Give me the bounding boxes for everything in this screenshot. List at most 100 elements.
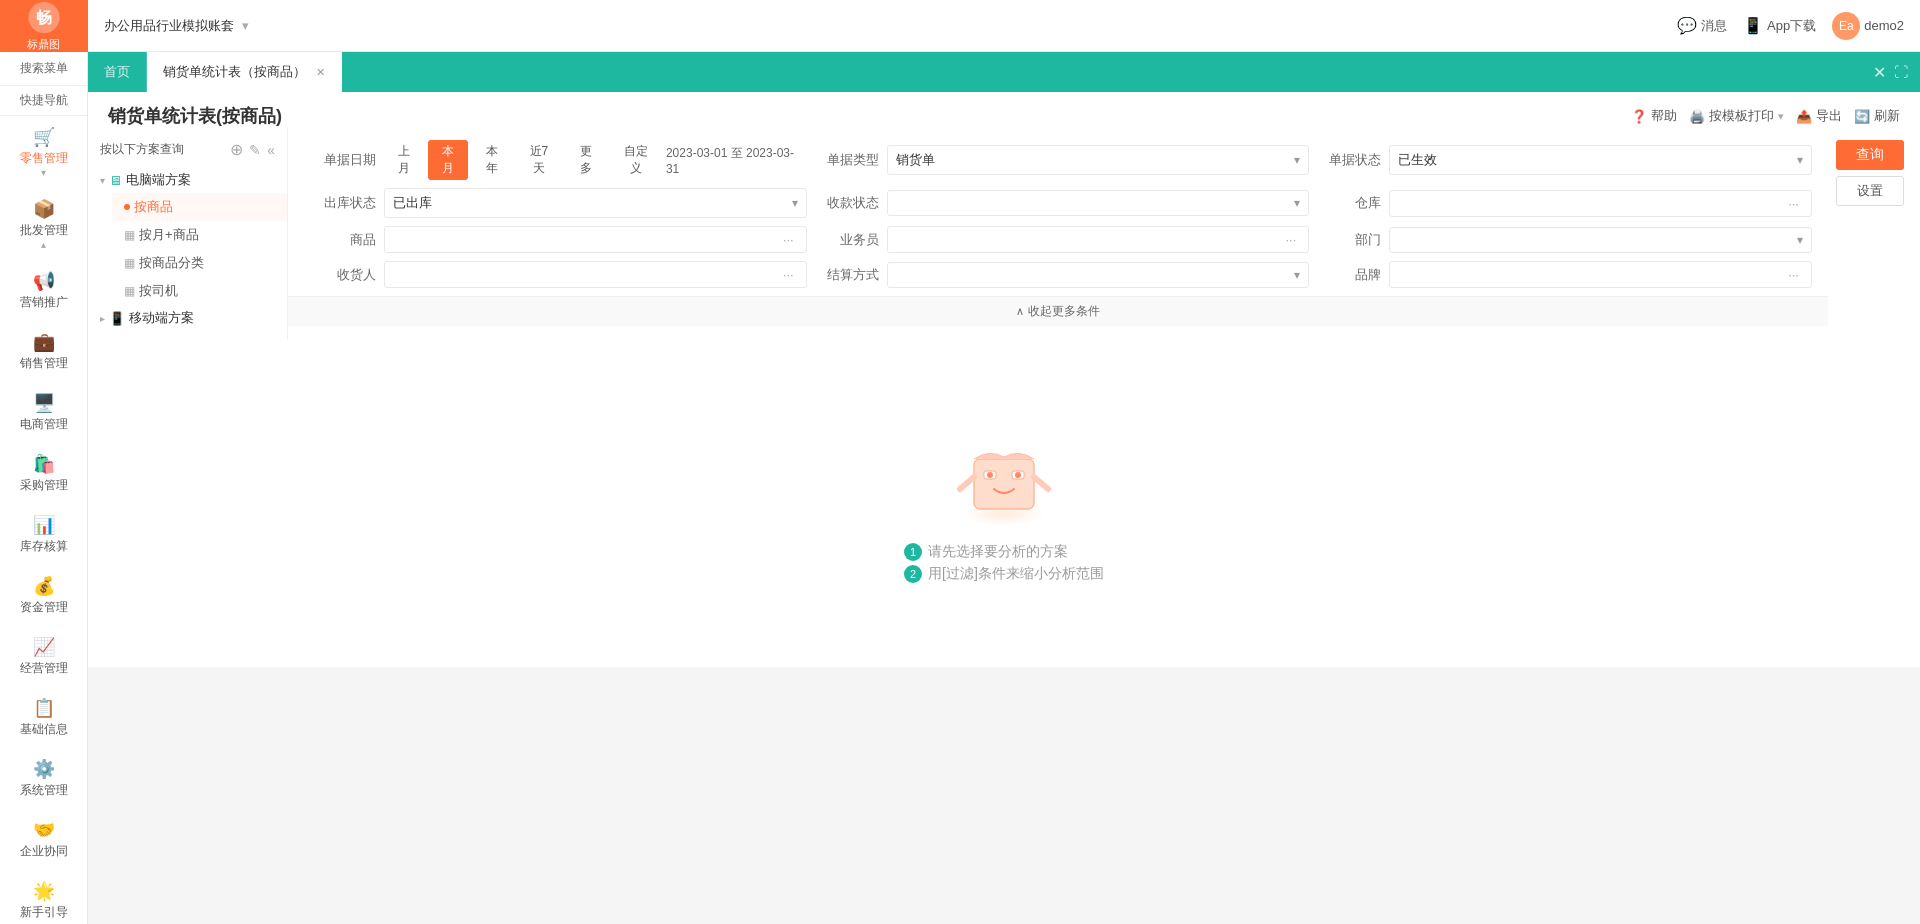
dropdown-arrow-icon[interactable]: ▾ xyxy=(242,18,249,33)
product-dots-icon[interactable]: ··· xyxy=(779,232,798,247)
salesman-dots-icon[interactable]: ··· xyxy=(1281,232,1300,247)
sidebar-item-retail-label: 零售管理 xyxy=(20,150,68,167)
scheme-section-pc-title: 电脑端方案 xyxy=(126,171,275,189)
filter-doc-status: 单据状态 已生效 ▾ xyxy=(1309,145,1812,175)
sidebar-item-company-label: 企业协同 xyxy=(20,843,68,860)
logo-icon: 畅 xyxy=(26,0,62,35)
empty-step-2-text: 用[过滤]条件来缩小分析范围 xyxy=(928,565,1104,583)
scheme-section-pc-header[interactable]: ▾ 🖥 电脑端方案 xyxy=(88,167,287,193)
app-download-button[interactable]: 📱 App下载 xyxy=(1743,16,1816,35)
doc-status-select[interactable]: 已生效 ▾ xyxy=(1389,145,1812,175)
scheme-panel-title: 按以下方案查询 xyxy=(100,141,224,158)
collection-select[interactable]: ▾ xyxy=(887,190,1310,216)
print-button[interactable]: 🖨️ 按模板打印 ▾ xyxy=(1689,107,1784,125)
tab-home-label: 首页 xyxy=(104,63,130,81)
date-btn-7days[interactable]: 近7天 xyxy=(516,140,563,180)
step-2-circle: 2 xyxy=(904,565,922,583)
search-menu-item[interactable]: 搜索菜单 xyxy=(0,52,87,86)
product-input[interactable]: ··· xyxy=(384,226,807,253)
tab-home[interactable]: 首页 xyxy=(88,52,147,92)
date-btn-this-month[interactable]: 本月 xyxy=(428,140,468,180)
date-btn-last-month[interactable]: 上月 xyxy=(384,140,424,180)
date-btn-more[interactable]: 更多 xyxy=(566,140,606,180)
brand-dots-icon[interactable]: ··· xyxy=(1784,267,1803,282)
salesman-input[interactable]: ··· xyxy=(887,226,1310,253)
sidebar-item-purchase-label: 采购管理 xyxy=(20,477,68,494)
storage-input[interactable]: ··· xyxy=(1389,190,1812,217)
sidebar-item-company[interactable]: 🤝 企业协同 xyxy=(0,809,87,870)
page-actions: ❓ 帮助 🖨️ 按模板打印 ▾ 📤 导出 🔄 刷新 xyxy=(1631,107,1900,125)
user-profile[interactable]: Ea demo2 xyxy=(1832,12,1904,40)
receiver-input[interactable]: ··· xyxy=(384,261,807,288)
sidebar-item-ecommerce-label: 电商管理 xyxy=(20,416,68,433)
month-product-icon: ▦ xyxy=(124,228,135,242)
filter-doc-type: 单据类型 销货单 ▾ xyxy=(807,145,1310,175)
tab-sales-stat[interactable]: 销货单统计表（按商品） ✕ xyxy=(147,52,342,92)
edit-scheme-icon[interactable]: ✎ xyxy=(249,142,261,158)
doc-type-select[interactable]: 销货单 ▾ xyxy=(887,145,1310,175)
collapse-scheme-icon[interactable]: « xyxy=(267,142,275,158)
filter-product: 商品 ··· xyxy=(304,226,807,253)
storage-dots-icon[interactable]: ··· xyxy=(1784,196,1803,211)
sidebar-item-purchase[interactable]: 🛍️ 采购管理 xyxy=(0,443,87,504)
top-bar: 办公用品行业模拟账套 ▾ 💬 消息 📱 App下载 Ea demo2 xyxy=(88,0,1920,52)
department-select[interactable]: ▾ xyxy=(1389,227,1812,253)
sidebar-item-wholesale[interactable]: 📦 批发管理 ▴ xyxy=(0,188,87,260)
filter-collection: 收款状态 ▾ xyxy=(807,190,1310,216)
scheme-section-mobile: ▸ 📱 移动端方案 xyxy=(88,305,287,331)
sidebar-item-system[interactable]: ⚙️ 系统管理 xyxy=(0,748,87,809)
settings-button[interactable]: 设置 xyxy=(1836,176,1904,206)
add-scheme-icon[interactable]: ⊕ xyxy=(230,140,243,159)
doc-status-value: 已生效 xyxy=(1398,151,1437,169)
message-button[interactable]: 💬 消息 xyxy=(1677,16,1727,35)
sidebar-item-guide[interactable]: 🌟 新手引导 xyxy=(0,870,87,924)
refresh-button[interactable]: 🔄 刷新 xyxy=(1854,107,1900,125)
warehouse-value: 已出库 xyxy=(393,194,432,212)
sidebar-item-basic[interactable]: 📋 基础信息 xyxy=(0,687,87,748)
sidebar-item-ecommerce[interactable]: 🖥️ 电商管理 xyxy=(0,382,87,443)
sidebar-item-retail[interactable]: 🛒 零售管理 ▾ xyxy=(0,116,87,188)
top-bar-right: 💬 消息 📱 App下载 Ea demo2 xyxy=(1677,12,1904,40)
sidebar-item-operation[interactable]: 📈 经营管理 xyxy=(0,626,87,687)
receiver-label: 收货人 xyxy=(304,266,384,284)
department-label: 部门 xyxy=(1309,231,1389,249)
payment-select[interactable]: ▾ xyxy=(887,262,1310,288)
date-btn-custom[interactable]: 自定义 xyxy=(610,140,662,180)
filter-row-1: 单据日期 上月 本月 本年 近7天 更多 自定义 2023-03-01 至 20… xyxy=(288,140,1828,188)
scheme-item-by-product[interactable]: 按商品 xyxy=(112,193,287,221)
sidebar-item-inventory-label: 库存核算 xyxy=(20,538,68,555)
sidebar-item-wholesale-label: 批发管理 xyxy=(20,222,68,239)
scheme-section-mobile-header[interactable]: ▸ 📱 移动端方案 xyxy=(88,305,287,331)
receiver-dots-icon[interactable]: ··· xyxy=(779,267,798,282)
date-btn-this-year[interactable]: 本年 xyxy=(472,140,512,180)
app-title: 办公用品行业模拟账套 xyxy=(104,17,234,35)
warehouse-select[interactable]: 已出库 ▾ xyxy=(384,188,807,218)
sidebar-item-sales-label: 销售管理 xyxy=(20,355,68,372)
system-icon: ⚙️ xyxy=(33,758,55,780)
collapse-bar[interactable]: ∧ 收起更多条件 xyxy=(288,296,1828,326)
scheme-item-by-month-product[interactable]: ▦ 按月+商品 xyxy=(112,221,287,249)
query-button[interactable]: 查询 xyxy=(1836,140,1904,170)
scheme-item-by-cashier[interactable]: ▦ 按司机 xyxy=(112,277,287,305)
tab-close-icon[interactable]: ✕ xyxy=(316,66,325,79)
sidebar-item-marketing[interactable]: 📢 营销推广 xyxy=(0,260,87,321)
export-button[interactable]: 📤 导出 xyxy=(1796,107,1842,125)
scheme-item-by-category[interactable]: ▦ 按商品分类 xyxy=(112,249,287,277)
print-label: 按模板打印 xyxy=(1709,107,1774,125)
help-button[interactable]: ❓ 帮助 xyxy=(1631,107,1677,125)
top-bar-left: 办公用品行业模拟账套 ▾ xyxy=(104,17,249,35)
content-wrapper: 销货单统计表(按商品) ❓ 帮助 🖨️ 按模板打印 ▾ 📤 导出 xyxy=(88,92,1920,924)
salesman-label: 业务员 xyxy=(807,231,887,249)
quick-nav-item[interactable]: 快捷导航 xyxy=(0,86,87,116)
pc-icon: 🖥 xyxy=(109,173,122,188)
scheme-item-by-cashier-label: 按司机 xyxy=(139,282,178,300)
sidebar-item-sales[interactable]: 💼 销售管理 xyxy=(0,321,87,382)
svg-point-7 xyxy=(1015,472,1021,478)
tab-close-window-icon[interactable]: ✕ xyxy=(1873,63,1886,82)
brand-input[interactable]: ··· xyxy=(1389,261,1812,288)
filter-department: 部门 ▾ xyxy=(1309,227,1812,253)
sidebar-item-inventory[interactable]: 📊 库存核算 xyxy=(0,504,87,565)
svg-point-6 xyxy=(987,472,993,478)
tab-maximize-icon[interactable]: ⛶ xyxy=(1894,64,1908,80)
sidebar-item-finance[interactable]: 💰 资金管理 xyxy=(0,565,87,626)
